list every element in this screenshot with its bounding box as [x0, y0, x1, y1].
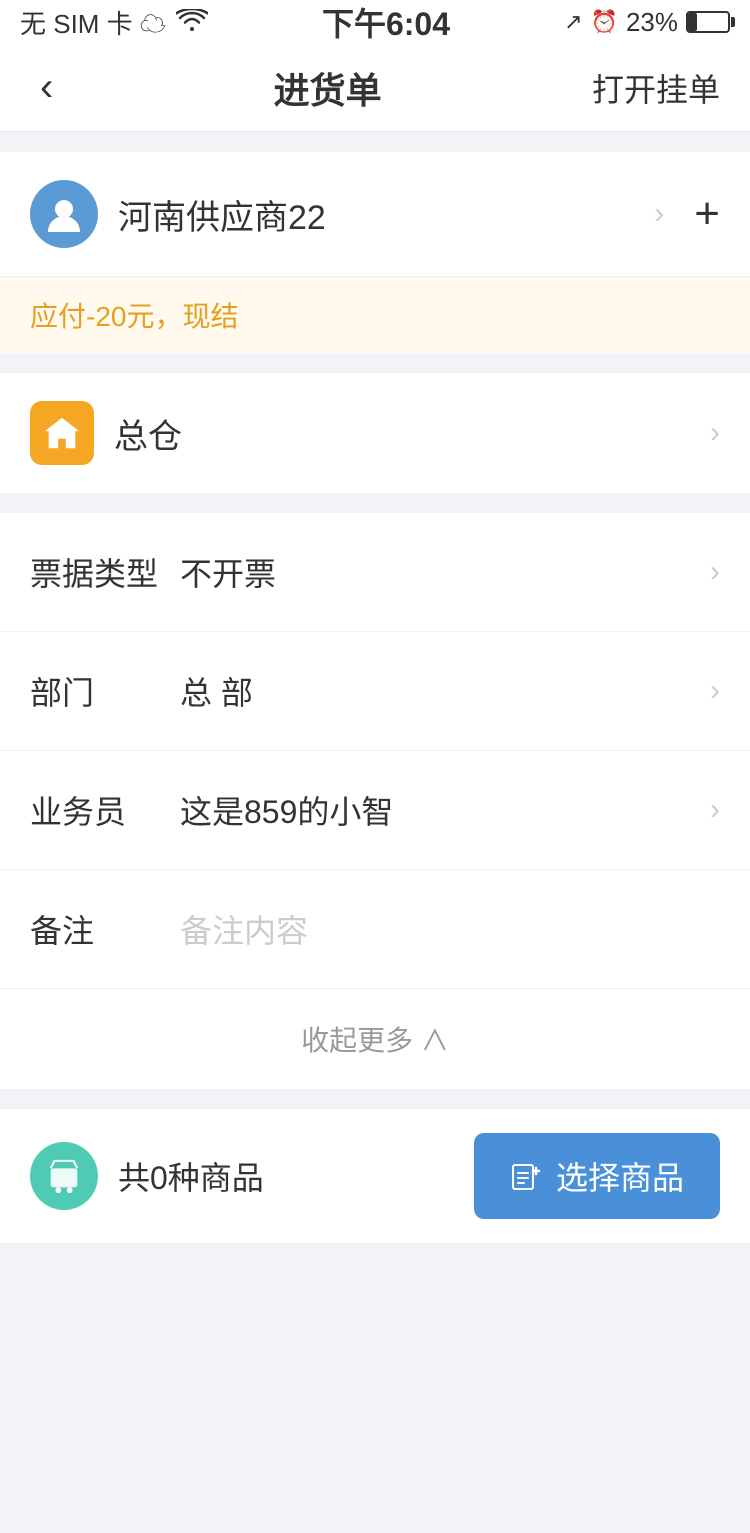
battery-percent: 23% [626, 7, 678, 38]
department-label: 部门 [30, 668, 160, 714]
warehouse-row[interactable]: 总仓 › [0, 373, 750, 493]
salesman-value: 这是859的小智 [180, 787, 710, 833]
select-product-label: 选择商品 [556, 1153, 684, 1199]
select-product-icon [510, 1159, 544, 1193]
page-title: 进货单 [274, 62, 382, 114]
invoice-type-row[interactable]: 票据类型 不开票 › [0, 513, 750, 632]
supplier-alert: 应付-20元，现结 [0, 277, 750, 353]
salesman-row[interactable]: 业务员 这是859的小智 › [0, 751, 750, 870]
supplier-actions: › + [654, 192, 720, 236]
invoice-type-value: 不开票 [180, 549, 710, 595]
warehouse-chevron-icon: › [710, 416, 720, 450]
status-bar: 无 SIM 卡 ☁ 下午6:04 ↗ ⏰ 23% [0, 0, 750, 44]
status-right: ↗ ⏰ 23% [564, 7, 730, 38]
department-value: 总 部 [180, 668, 710, 714]
cart-icon [45, 1157, 83, 1195]
remark-input[interactable]: 备注内容 [180, 906, 720, 952]
collapse-label: 收起更多 ∧ [301, 1019, 449, 1059]
supplier-card: 河南供应商22 › + 应付-20元，现结 [0, 152, 750, 353]
add-supplier-button[interactable]: + [694, 192, 720, 236]
form-section: 票据类型 不开票 › 部门 总 部 › 业务员 这是859的小智 › 备注 备注… [0, 513, 750, 988]
invoice-chevron-icon: › [710, 555, 720, 589]
warehouse-name: 总仓 [114, 409, 710, 458]
supplier-chevron-icon: › [654, 197, 664, 231]
back-button[interactable]: ‹ [30, 55, 63, 120]
alarm-icon: ⏰ [591, 9, 618, 35]
salesman-chevron-icon: › [710, 793, 720, 827]
select-product-button[interactable]: 选择商品 [474, 1133, 720, 1219]
department-chevron-icon: › [710, 674, 720, 708]
location-icon: ↗ [564, 9, 582, 35]
warehouse-card[interactable]: 总仓 › [0, 373, 750, 493]
invoice-type-label: 票据类型 [30, 549, 160, 595]
house-icon [43, 414, 81, 452]
section-gap-3 [0, 1089, 750, 1109]
product-count: 共0种商品 [118, 1153, 264, 1199]
section-gap-2 [0, 353, 750, 373]
collapse-row[interactable]: 收起更多 ∧ [0, 988, 750, 1089]
page-rest [0, 1243, 750, 1533]
supplier-row[interactable]: 河南供应商22 › + [0, 152, 750, 277]
remark-label: 备注 [30, 906, 160, 952]
user-icon [44, 194, 84, 234]
supplier-avatar [30, 180, 98, 248]
product-left: 共0种商品 [30, 1142, 264, 1210]
product-bar: 共0种商品 选择商品 [0, 1109, 750, 1243]
time-display: 下午6:04 [322, 0, 450, 45]
open-pending-button[interactable]: 打开挂单 [592, 65, 720, 111]
warehouse-icon [30, 401, 94, 465]
nav-bar: ‹ 进货单 打开挂单 [0, 44, 750, 132]
wifi-icon [176, 7, 208, 38]
battery-icon [686, 11, 730, 33]
salesman-label: 业务员 [30, 787, 160, 833]
section-gap-1 [0, 132, 750, 152]
sim-label: 无 SIM 卡 ☁ [20, 4, 166, 41]
remark-row[interactable]: 备注 备注内容 [0, 870, 750, 988]
department-row[interactable]: 部门 总 部 › [0, 632, 750, 751]
status-left: 无 SIM 卡 ☁ [20, 4, 208, 41]
product-icon [30, 1142, 98, 1210]
supplier-name: 河南供应商22 [118, 190, 654, 239]
